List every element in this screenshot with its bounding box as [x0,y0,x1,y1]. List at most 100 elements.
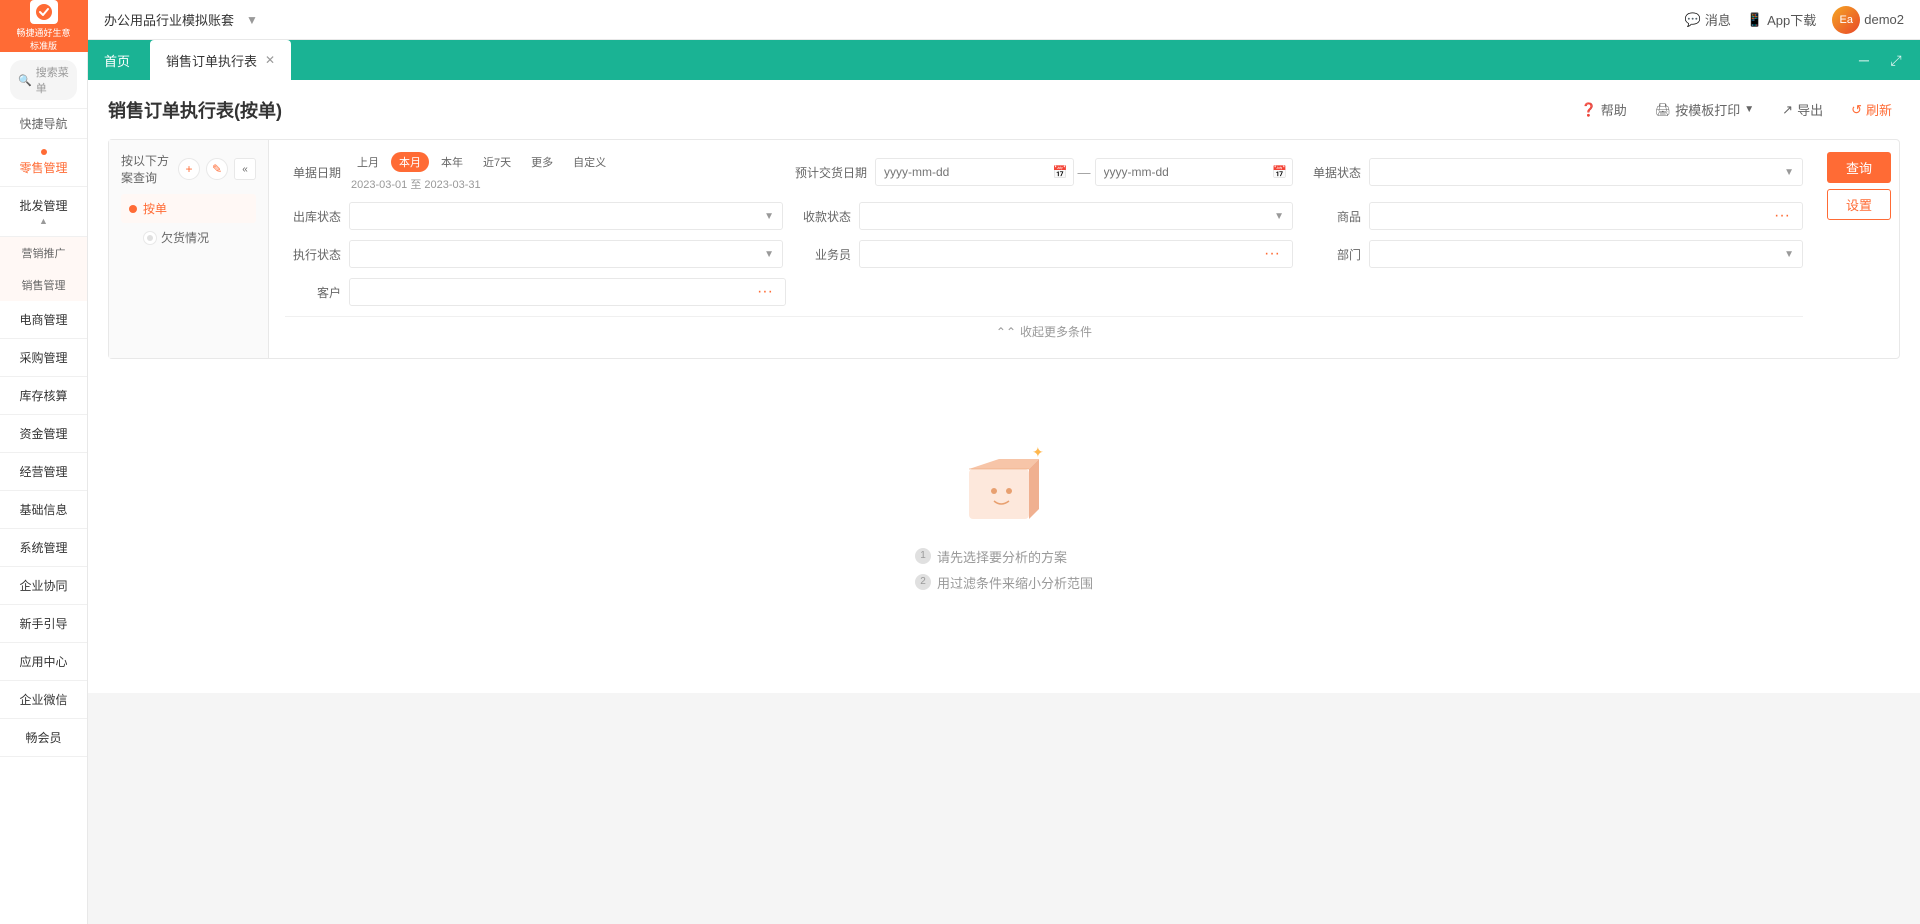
filter-row-1: 单据日期 上月 本月 本年 近7天 更多 自定义 [285,152,1803,192]
main-area: 办公用品行业模拟账套 ▼ 💬 消息 📱 App下载 Ea demo2 首页 销售… [88,0,1920,924]
filter-item-date: 单据日期 上月 本月 本年 近7天 更多 自定义 [285,152,783,192]
system-label: 系统管理 [19,539,67,556]
user-action[interactable]: Ea demo2 [1832,6,1904,34]
filter-left-panel: 按以下方案查询 + ✎ « 按单 [109,140,269,358]
tab-close-icon[interactable]: ✕ [265,53,275,67]
filter-item-status: 单据状态 ▼ [1305,158,1803,186]
empty-tip-2: 2 用过滤条件来缩小分析范围 [915,571,1093,597]
export-btn[interactable]: ↗ 导出 [1774,96,1831,123]
search-btn[interactable]: 查询 [1827,152,1891,183]
filter-left-actions: + ✎ « [178,158,256,180]
salesman-more-icon[interactable]: ··· [1260,245,1284,263]
sidebar-sub-sales[interactable]: 销售管理 [0,269,87,301]
edit-scheme-btn[interactable]: ✎ [206,158,228,180]
help-btn[interactable]: ❓ 帮助 [1573,96,1635,123]
last-month-btn[interactable]: 上月 [349,152,387,172]
status-select[interactable]: ▼ [1369,158,1803,186]
print-btn[interactable]: 🖨 按模板打印 ▼ [1647,96,1762,123]
filter-item-exec-status: 执行状态 ▼ [285,240,783,268]
window-minimize-btn[interactable]: ─ [1852,48,1876,72]
add-scheme-btn[interactable]: + [178,158,200,180]
exec-status-select[interactable]: ▼ [349,240,783,268]
customer-more-icon[interactable]: ··· [753,283,777,301]
tip-num-1: 1 [915,548,931,564]
sidebar-item-inventory[interactable]: 库存核算 [0,377,87,415]
scheme-item-by-debt[interactable]: 欠货情况 [121,223,256,252]
this-month-btn[interactable]: 本月 [391,152,429,172]
sub-dot-inner [147,235,153,241]
page-header-actions: ❓ 帮助 🖨 按模板打印 ▼ ↗ 导出 ↺ 刷新 [1573,96,1900,123]
sidebar-item-finance[interactable]: 资金管理 [0,415,87,453]
sidebar-item-retail[interactable]: 零售管理 [0,139,87,187]
app-download-action[interactable]: 📱 App下载 [1747,10,1816,29]
goods-more-icon[interactable]: ··· [1770,207,1794,225]
sidebar-quick-nav[interactable]: 快捷导航 [0,109,87,139]
delivery-end-input[interactable] [1095,158,1294,186]
date-quick-btns: 上月 本月 本年 近7天 更多 自定义 [349,152,783,172]
sidebar-item-member[interactable]: 畅会员 [0,719,87,757]
sidebar-item-newbie[interactable]: 新手引导 [0,605,87,643]
messages-action[interactable]: 💬 消息 [1685,10,1731,29]
sidebar-item-ecommerce[interactable]: 电商管理 [0,301,87,339]
goods-select[interactable]: ··· [1369,202,1803,230]
filter-right-panel: 单据日期 上月 本月 本年 近7天 更多 自定义 [269,140,1819,358]
recent7-btn[interactable]: 近7天 [475,152,519,172]
sidebar: 畅捷通好生意 标准版 🔍 搜索菜单 快捷导航 零售管理 批发管理 ▲ 营销推广 … [0,0,88,924]
sidebar-item-corp[interactable]: 企业协同 [0,567,87,605]
sidebar-item-system[interactable]: 系统管理 [0,529,87,567]
filter-scheme-header: 按以下方案查询 + ✎ « [121,152,256,186]
scheme-item-by-order[interactable]: 按单 [121,194,256,223]
sub-dot-icon [143,231,157,245]
newbie-label: 新手引导 [19,615,67,632]
sidebar-item-wechat[interactable]: 企业微信 [0,681,87,719]
tip-num-2: 2 [915,574,931,590]
collapse-scheme-btn[interactable]: « [234,158,256,180]
collect-status-label: 收款状态 [795,208,851,225]
sidebar-search[interactable]: 🔍 搜索菜单 [0,52,87,109]
page-title: 销售订单执行表(按单) [108,97,282,123]
sidebar-item-basic[interactable]: 基础信息 [0,491,87,529]
sidebar-item-wholesale[interactable]: 批发管理 ▲ [0,187,87,237]
filter-item-customer: 客户 ··· [285,278,786,306]
salesman-label: 业务员 [795,246,851,263]
collect-status-select[interactable]: ▼ [859,202,1293,230]
ecommerce-label: 电商管理 [19,311,67,328]
refresh-label: 刷新 [1866,100,1892,119]
page-header: 销售订单执行表(按单) ❓ 帮助 🖨 按模板打印 ▼ ↗ 导出 [108,96,1900,123]
tab-home[interactable]: 首页 [88,40,146,80]
collapse-more-row: ⌃⌃ 收起更多条件 [285,316,1803,346]
finance-label: 资金管理 [19,425,67,442]
exec-dropdown-icon: ▼ [764,249,774,260]
sidebar-item-purchase[interactable]: 采购管理 [0,339,87,377]
search-actions: 查询 设置 [1819,140,1899,358]
delivery-start-input[interactable] [875,158,1074,186]
this-year-btn[interactable]: 本年 [433,152,471,172]
settings-btn[interactable]: 设置 [1827,189,1891,220]
window-maximize-btn[interactable]: ⤢ [1884,48,1908,72]
custom-btn[interactable]: 自定义 [565,152,614,172]
dept-label: 部门 [1305,246,1361,263]
sidebar-item-apps[interactable]: 应用中心 [0,643,87,681]
scheme-by-order-label: 按单 [143,200,167,217]
username-label: demo2 [1864,12,1904,27]
sidebar-item-operations[interactable]: 经营管理 [0,453,87,491]
tab-sales-order[interactable]: 销售订单执行表 ✕ [150,40,291,80]
wechat-label: 企业微信 [19,691,67,708]
salesman-select[interactable]: ··· [859,240,1293,268]
phone-icon: 📱 [1747,12,1763,28]
out-status-select[interactable]: ▼ [349,202,783,230]
customer-select[interactable]: ··· [349,278,786,306]
sidebar-sub-marketing[interactable]: 营销推广 [0,237,87,269]
collapse-more-btn[interactable]: ⌃⌃ 收起更多条件 [996,323,1092,340]
app-logo[interactable]: 畅捷通好生意 标准版 [0,0,88,52]
dept-select[interactable]: ▼ [1369,240,1803,268]
empty-tip-1-text: 请先选择要分析的方案 [937,545,1067,571]
dropdown-icon[interactable]: ▼ [246,13,258,27]
collapse-more-label: 收起更多条件 [1020,323,1092,340]
export-icon: ↗ [1782,102,1793,118]
svg-text:✦: ✦ [1032,444,1044,460]
refresh-btn[interactable]: ↺ 刷新 [1843,96,1900,123]
logo-subtext: 标准版 [30,39,57,52]
more-btn[interactable]: 更多 [523,152,561,172]
search-icon: 🔍 [18,74,32,87]
